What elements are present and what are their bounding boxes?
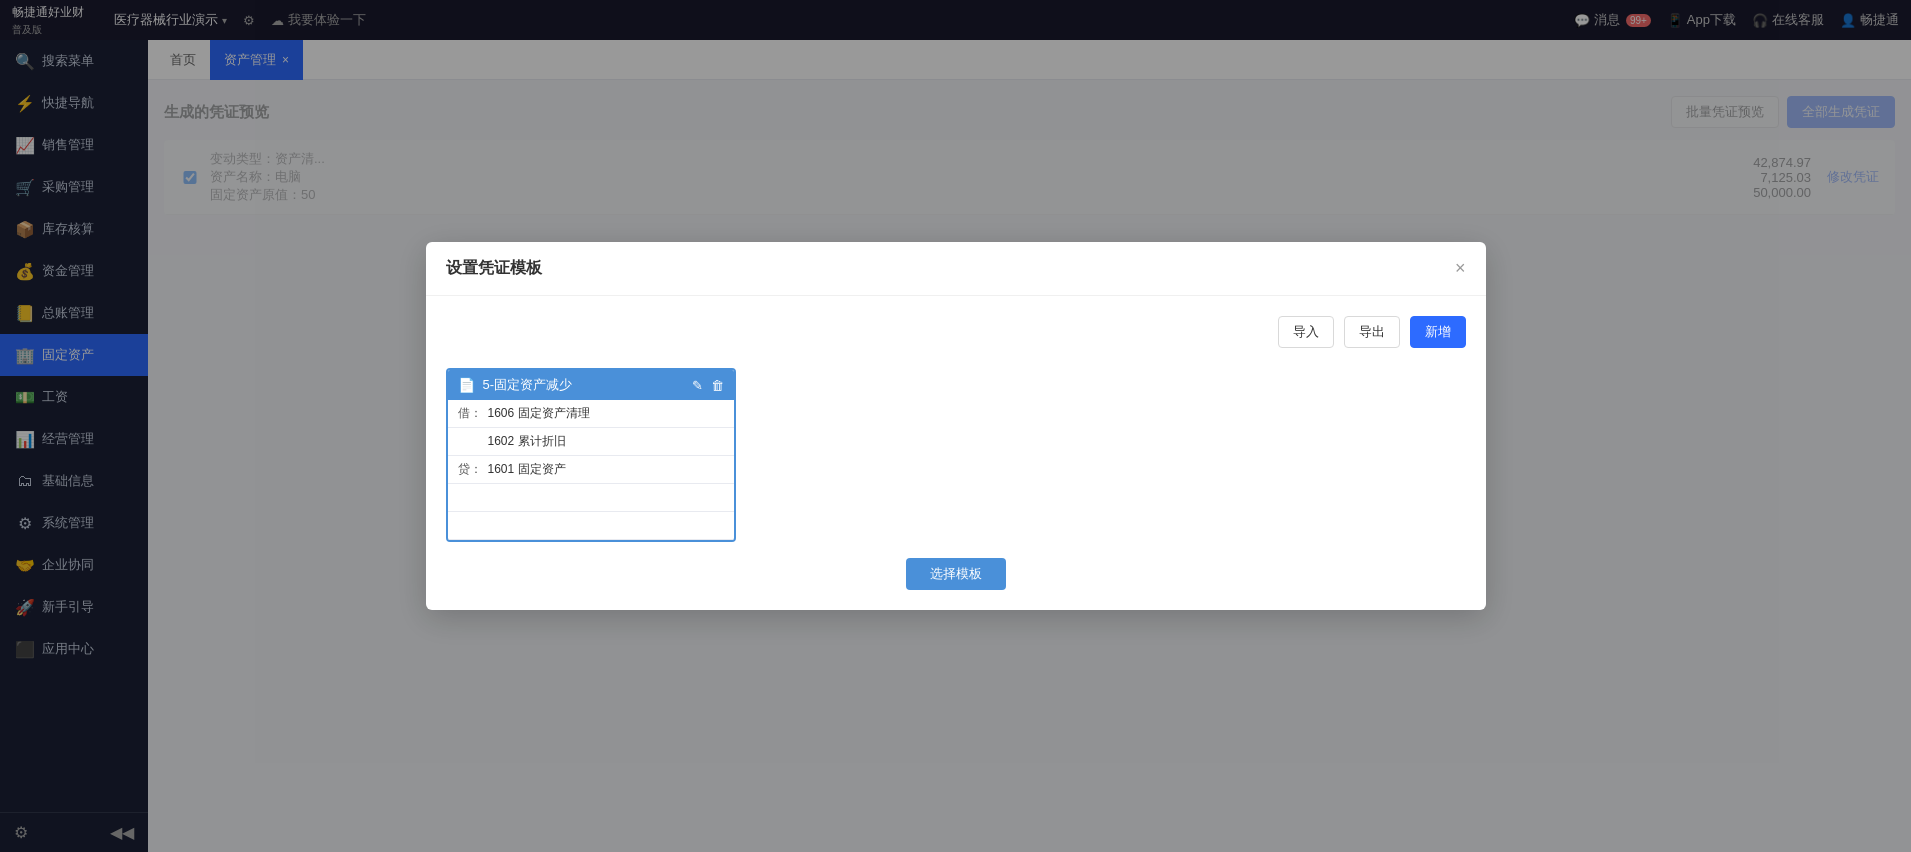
row-name-2: 固定资产 bbox=[518, 462, 566, 476]
row-type-0: 借： bbox=[458, 405, 488, 422]
template-card-body: 借： 1606 固定资产清理 1602 累计折旧 bbox=[448, 400, 734, 540]
template-edit-icon[interactable]: ✎ bbox=[692, 378, 703, 393]
row-code-2: 1601 bbox=[488, 462, 515, 476]
template-row-4 bbox=[448, 512, 734, 540]
row-entry-1: 1602 累计折旧 bbox=[488, 433, 724, 450]
new-template-button[interactable]: 新增 bbox=[1410, 316, 1466, 348]
export-button[interactable]: 导出 bbox=[1344, 316, 1400, 348]
template-card: 📄 5-固定资产减少 ✎ 🗑 借： 1606 固定资产清理 bbox=[446, 368, 736, 542]
modal-close-button[interactable]: × bbox=[1455, 258, 1466, 279]
template-delete-icon[interactable]: 🗑 bbox=[711, 378, 724, 393]
row-type-2: 贷： bbox=[458, 461, 488, 478]
row-entry-0: 1606 固定资产清理 bbox=[488, 405, 724, 422]
template-row-0: 借： 1606 固定资产清理 bbox=[448, 400, 734, 428]
select-template-button[interactable]: 选择模板 bbox=[906, 558, 1006, 590]
modal-header: 设置凭证模板 × bbox=[426, 242, 1486, 296]
template-row-2: 贷： 1601 固定资产 bbox=[448, 456, 734, 484]
template-card-header: 📄 5-固定资产减少 ✎ 🗑 bbox=[448, 370, 734, 400]
row-name-1: 累计折旧 bbox=[518, 434, 566, 448]
voucher-template-modal: 设置凭证模板 × 导入 导出 新增 📄 5-固定资产减少 ✎ 🗑 bbox=[426, 242, 1486, 610]
modal-title: 设置凭证模板 bbox=[446, 258, 542, 279]
import-button[interactable]: 导入 bbox=[1278, 316, 1334, 348]
template-row-1: 1602 累计折旧 bbox=[448, 428, 734, 456]
row-code-1: 1602 bbox=[488, 434, 515, 448]
template-card-actions: ✎ 🗑 bbox=[692, 378, 724, 393]
modal-overlay: 设置凭证模板 × 导入 导出 新增 📄 5-固定资产减少 ✎ 🗑 bbox=[0, 0, 1911, 852]
modal-action-bar: 导入 导出 新增 bbox=[446, 316, 1466, 348]
row-entry-2: 1601 固定资产 bbox=[488, 461, 724, 478]
row-code-0: 1606 bbox=[488, 406, 515, 420]
template-card-title: 5-固定资产减少 bbox=[483, 376, 684, 394]
modal-body: 导入 导出 新增 📄 5-固定资产减少 ✎ 🗑 借： bbox=[426, 296, 1486, 610]
template-doc-icon: 📄 bbox=[458, 377, 475, 393]
template-row-3 bbox=[448, 484, 734, 512]
row-name-0: 固定资产清理 bbox=[518, 406, 590, 420]
